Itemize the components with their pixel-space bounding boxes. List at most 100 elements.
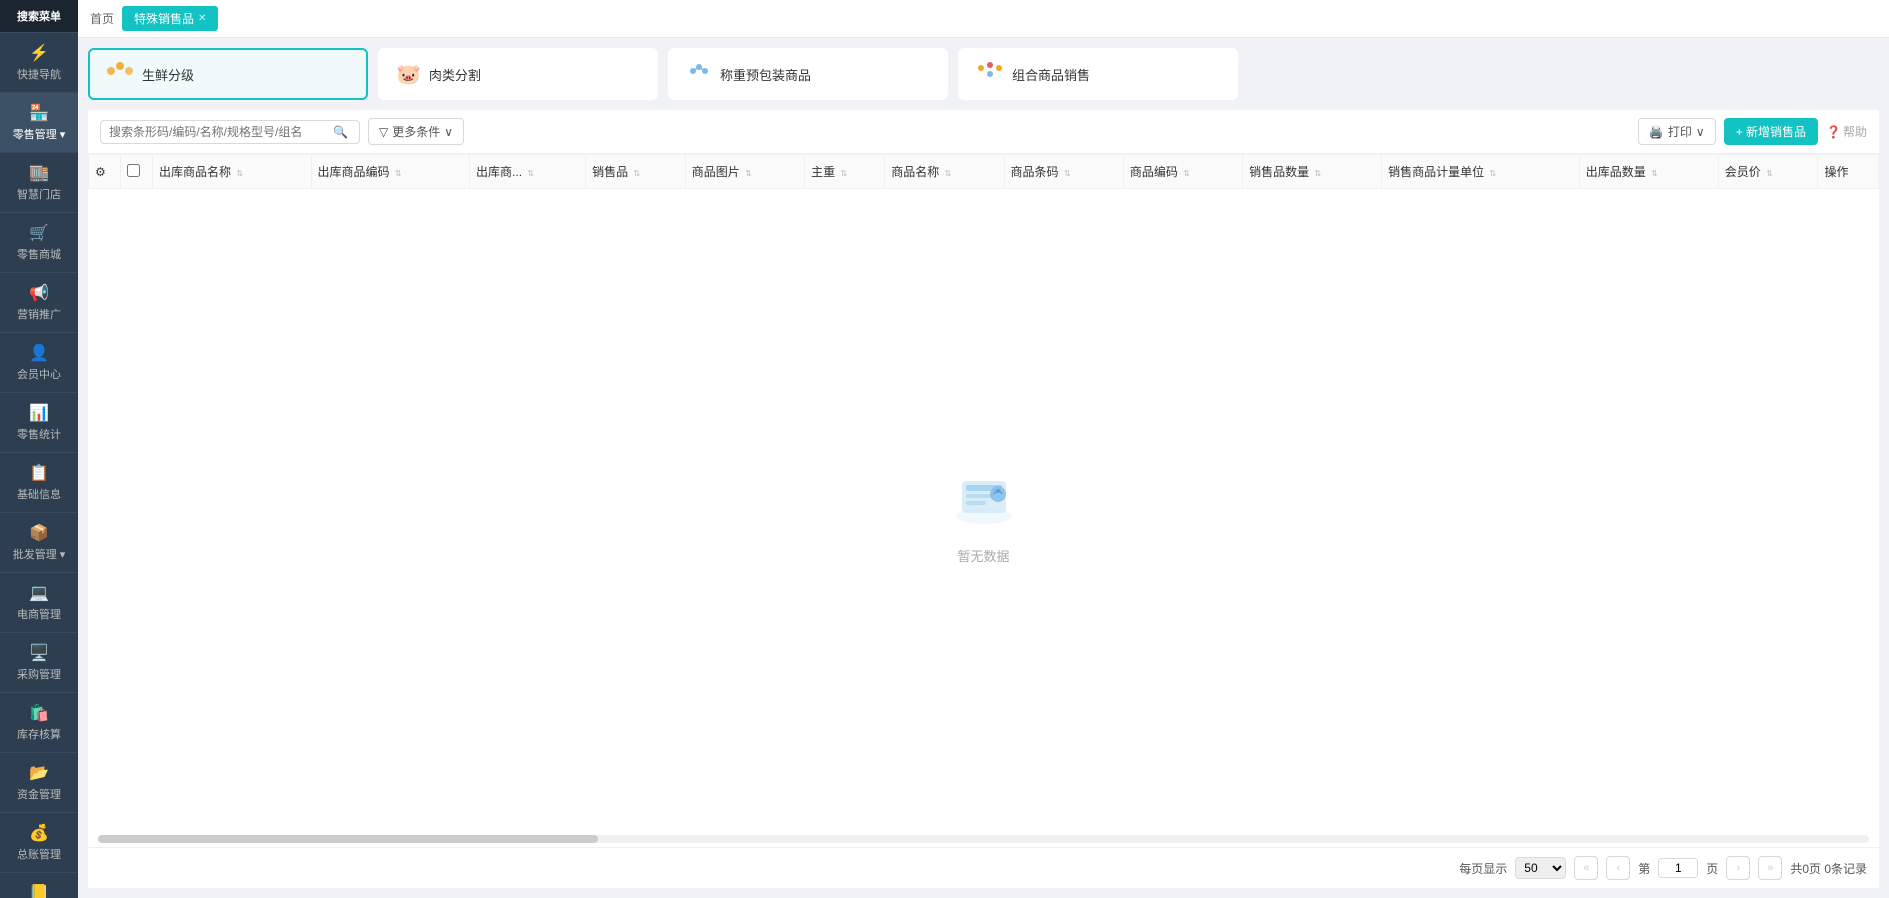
scrollbar-track	[98, 835, 1869, 843]
sidebar-item-finance[interactable]: 💰 总账管理	[0, 813, 78, 873]
sidebar-label-finance: 总账管理	[17, 846, 61, 862]
fresh-grade-icon	[106, 60, 134, 88]
page-input[interactable]	[1658, 858, 1698, 878]
tab-card-fresh-grade[interactable]: 生鲜分级	[88, 48, 368, 100]
sidebar-item-marketing[interactable]: 📢 营销推广	[0, 273, 78, 333]
topbar: 首页 特殊销售品 ✕	[78, 0, 1889, 38]
wholesale-mgmt-icon: 📦	[29, 523, 49, 543]
col-sale-qty-label: 销售品数量	[1249, 165, 1309, 179]
tab-card-weight-pack[interactable]: 称重预包装商品	[668, 48, 948, 100]
col-settings[interactable]: ⚙	[89, 155, 121, 189]
empty-icon	[944, 456, 1024, 536]
sidebar-item-quick-nav[interactable]: ⚡ 快捷导航	[0, 33, 78, 93]
toolbar-right: 🖨️ 打印 ∨ + 新增销售品 ❓ 帮助	[1638, 118, 1867, 145]
col-sale-item-label: 销售品	[592, 165, 628, 179]
filter-arrow-icon: ∨	[444, 125, 453, 139]
sidebar-item-retail-stats[interactable]: 📊 零售统计	[0, 393, 78, 453]
combo-sale-label: 组合商品销售	[1012, 65, 1090, 84]
col-sale-unit-label: 销售商品计量单位	[1388, 165, 1484, 179]
page-suffix-label: 页	[1706, 860, 1718, 877]
filter-button[interactable]: ▽ 更多条件 ∨	[368, 118, 464, 145]
topbar-tab-close[interactable]: ✕	[198, 13, 206, 24]
col-weight[interactable]: 主重 ⇅	[805, 155, 885, 189]
col-image[interactable]: 商品图片 ⇅	[685, 155, 804, 189]
sidebar-label-retail-mgmt: 零售管理 ▾	[13, 126, 66, 142]
sidebar-logo[interactable]: 搜索菜单	[0, 0, 78, 33]
sidebar-item-smart-store[interactable]: 🏬 智慧门店	[0, 153, 78, 213]
weight-pack-icon	[686, 60, 712, 88]
help-button[interactable]: ❓ 帮助	[1826, 123, 1867, 140]
sidebar-item-basic-info[interactable]: 📋 基础信息	[0, 453, 78, 513]
sidebar-item-retail-mall[interactable]: 🛒 零售商城	[0, 213, 78, 273]
add-button[interactable]: + 新增销售品	[1724, 118, 1818, 145]
col-out-spec[interactable]: 出库商... ⇅	[470, 155, 586, 189]
first-page-button[interactable]: «	[1574, 856, 1598, 880]
general-ledger-icon: 📒	[29, 883, 49, 898]
sidebar-item-member-center[interactable]: 👤 会员中心	[0, 333, 78, 393]
col-barcode[interactable]: 商品条码 ⇅	[1004, 155, 1123, 189]
sidebar-item-purchase-mgmt[interactable]: 🛍️ 库存核算	[0, 693, 78, 753]
col-out-qty[interactable]: 出库品数量 ⇅	[1579, 155, 1718, 189]
sidebar-item-mini-ecom[interactable]: 💻 电商管理	[0, 573, 78, 633]
scrollbar-thumb[interactable]	[98, 835, 598, 843]
sidebar-label-ecom-mgmt: 采购管理	[17, 666, 61, 682]
col-product-name[interactable]: 商品名称 ⇅	[885, 155, 1004, 189]
finance-icon: 💰	[29, 823, 49, 843]
col-member-price[interactable]: 会员价 ⇅	[1718, 155, 1818, 189]
sort-weight-icon[interactable]: ⇅	[840, 169, 847, 178]
col-checkbox[interactable]	[121, 155, 153, 189]
col-out-name[interactable]: 出库商品名称 ⇅	[153, 155, 312, 189]
sidebar-label-purchase-mgmt: 库存核算	[17, 726, 61, 742]
print-button[interactable]: 🖨️ 打印 ∨	[1638, 118, 1716, 145]
per-page-select[interactable]: 50 10 20 100	[1515, 857, 1566, 879]
sort-out-code-icon[interactable]: ⇅	[395, 169, 402, 178]
search-icon[interactable]: 🔍	[333, 125, 348, 139]
sort-sale-unit-icon[interactable]: ⇅	[1489, 169, 1496, 178]
pagination: 每页显示 50 10 20 100 « ‹ 第 页 › » 共0页 0条记录	[88, 847, 1879, 888]
sidebar-item-ecom-mgmt[interactable]: 🖥️ 采购管理	[0, 633, 78, 693]
sort-product-code-icon[interactable]: ⇅	[1183, 169, 1190, 178]
tab-card-meat-cut[interactable]: 🐷 肉类分割	[378, 48, 658, 100]
total-label: 共0页 0条记录	[1790, 860, 1867, 877]
sort-product-name-icon[interactable]: ⇅	[945, 169, 952, 178]
col-sale-item[interactable]: 销售品 ⇅	[586, 155, 686, 189]
help-icon: ❓	[1826, 125, 1841, 139]
print-icon: 🖨️	[1649, 125, 1664, 139]
sidebar-item-general-ledger[interactable]: 📒 发票管理	[0, 873, 78, 898]
sort-sale-item-icon[interactable]: ⇅	[633, 169, 640, 178]
next-page-button[interactable]: ›	[1726, 856, 1750, 880]
topbar-active-tab[interactable]: 特殊销售品 ✕	[122, 6, 218, 31]
tab-card-combo-sale[interactable]: 组合商品销售	[958, 48, 1238, 100]
sort-image-icon[interactable]: ⇅	[745, 169, 752, 178]
sort-out-spec-icon[interactable]: ⇅	[527, 169, 534, 178]
col-barcode-label: 商品条码	[1011, 165, 1059, 179]
purchase-mgmt-icon: 🛍️	[29, 703, 49, 723]
print-arrow-icon: ∨	[1696, 125, 1705, 139]
sidebar-item-inventory[interactable]: 📂 资金管理	[0, 753, 78, 813]
sort-barcode-icon[interactable]: ⇅	[1064, 169, 1071, 178]
sidebar-label-quick-nav: 快捷导航	[17, 66, 61, 82]
sort-sale-qty-icon[interactable]: ⇅	[1315, 169, 1322, 178]
sort-member-price-icon[interactable]: ⇅	[1766, 169, 1773, 178]
scrollbar-area[interactable]	[88, 831, 1879, 847]
col-sale-qty[interactable]: 销售品数量 ⇅	[1243, 155, 1382, 189]
select-all-checkbox[interactable]	[127, 164, 140, 177]
sidebar-item-wholesale-mgmt[interactable]: 📦 批发管理 ▾	[0, 513, 78, 573]
sidebar-item-retail-mgmt[interactable]: 🏪 零售管理 ▾	[0, 93, 78, 153]
sidebar-label-mini-ecom: 电商管理	[17, 606, 61, 622]
col-out-name-label: 出库商品名称	[159, 165, 231, 179]
sort-out-name-icon[interactable]: ⇅	[236, 169, 243, 178]
add-label: + 新增销售品	[1736, 123, 1806, 140]
search-input[interactable]	[109, 125, 329, 139]
inventory-icon: 📂	[29, 763, 49, 783]
col-product-code[interactable]: 商品编码 ⇅	[1123, 155, 1242, 189]
sort-out-qty-icon[interactable]: ⇅	[1651, 169, 1658, 178]
toolbar: 🔍 ▽ 更多条件 ∨ 🖨️ 打印 ∨ + 新增销售品	[88, 110, 1879, 154]
sidebar: 搜索菜单 ⚡ 快捷导航 🏪 零售管理 ▾ 🏬 智慧门店 🛒 零售商城 📢 营销推…	[0, 0, 78, 898]
col-out-code[interactable]: 出库商品编码 ⇅	[311, 155, 470, 189]
prev-page-button[interactable]: ‹	[1606, 856, 1630, 880]
topbar-home[interactable]: 首页	[90, 10, 114, 27]
main-area: 首页 特殊销售品 ✕ 生鲜分级 🐷 肉类分割	[78, 0, 1889, 898]
col-sale-unit[interactable]: 销售商品计量单位 ⇅	[1382, 155, 1580, 189]
last-page-button[interactable]: »	[1758, 856, 1782, 880]
